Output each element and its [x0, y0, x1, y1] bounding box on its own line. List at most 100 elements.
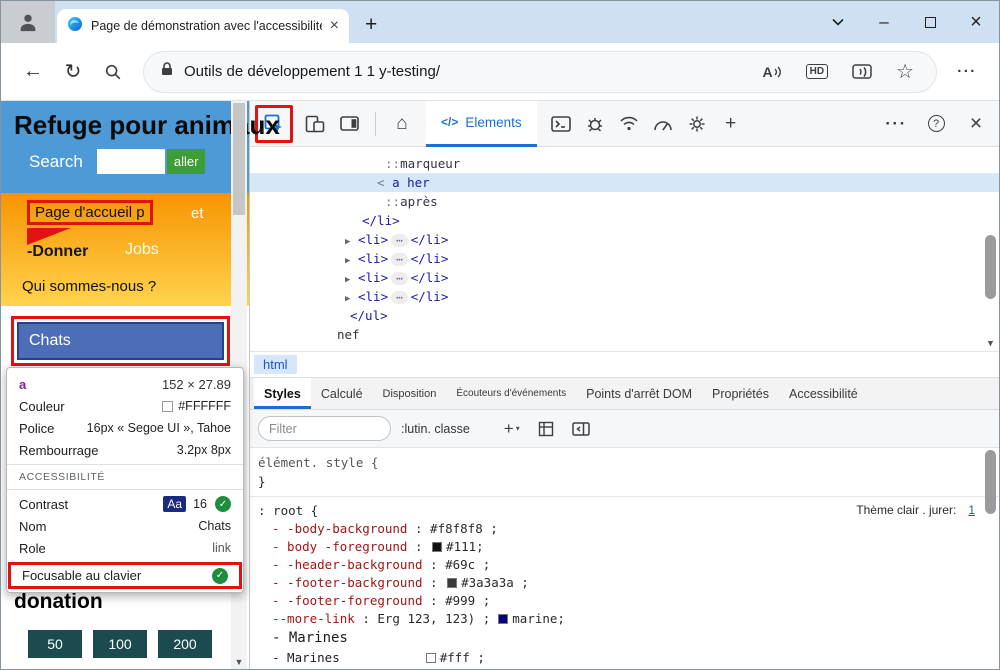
site-search-input[interactable]: [97, 149, 165, 174]
tab-computed[interactable]: Calculé: [311, 378, 373, 409]
active-tab[interactable]: Page de démonstration avec l'accessibili…: [57, 9, 349, 43]
li-element-row[interactable]: ▶<li>⋯</li>: [250, 230, 999, 249]
chats-highlight-annotation: Chats: [11, 316, 230, 366]
new-style-rule-plus-icon[interactable]: +▾: [504, 419, 520, 439]
window-controls: – ×: [815, 1, 999, 43]
nav-adopt-link[interactable]: et: [191, 205, 204, 222]
window-close-button[interactable]: ×: [953, 1, 999, 43]
breadcrumb-html[interactable]: html: [254, 355, 297, 374]
performance-icon[interactable]: [649, 110, 677, 138]
amount-200-button[interactable]: 200: [158, 630, 212, 658]
divider: [250, 496, 999, 497]
search-row: Search aller: [29, 149, 249, 174]
nav-jobs-link[interactable]: Jobs: [125, 241, 159, 259]
color-swatch[interactable]: [432, 542, 442, 552]
li-element-row[interactable]: ▶<li>⋯</li>: [250, 249, 999, 268]
new-tab-button[interactable]: +: [365, 13, 377, 37]
css-variable-row[interactable]: --more-link : Erg 123, 123) ;marine;: [258, 610, 999, 628]
css-variable-row[interactable]: - -footer-background : #3a3a3a ;: [258, 574, 999, 592]
styles-scrollbar-thumb[interactable]: [985, 450, 996, 514]
favorites-star-icon[interactable]: ☆: [896, 59, 914, 84]
url-text[interactable]: Outils de développement 1 1 y-testing/: [184, 63, 440, 80]
issues-bug-icon[interactable]: [581, 110, 609, 138]
tab-event-listeners[interactable]: Écouteurs d'événements: [446, 378, 576, 409]
color-swatch[interactable]: [498, 614, 508, 624]
maximize-button[interactable]: [907, 1, 953, 43]
read-aloud-icon[interactable]: A: [762, 64, 781, 80]
grid-overlay-icon[interactable]: [538, 421, 554, 437]
styles-pane: élément. style { } : root { Thème clair …: [250, 448, 999, 670]
styles-filter-input[interactable]: Filter: [258, 416, 391, 441]
color-swatch[interactable]: [426, 653, 436, 663]
text-node[interactable]: nef: [250, 325, 999, 344]
css-variable-row[interactable]: - Marines#fff ;: [258, 649, 999, 667]
search-button[interactable]: [93, 63, 133, 81]
scroll-down-arrow-icon[interactable]: ▼: [985, 339, 996, 349]
nav-home-link[interactable]: Page d'accueil p: [27, 200, 153, 225]
main-area: Refuge pour animaux Search aller Page d'…: [1, 101, 999, 670]
tab-audio-icon[interactable]: [852, 64, 872, 80]
pseudo-after-node[interactable]: ::après: [250, 192, 999, 211]
tooltip-color-row: Couleur #FFFFFF: [19, 395, 231, 417]
hd-badge[interactable]: HD: [806, 64, 828, 79]
computed-sidebar-icon[interactable]: [572, 422, 590, 436]
color-swatch: [162, 401, 173, 412]
nav-donate-link[interactable]: -Donner: [27, 243, 88, 261]
css-variable-row[interactable]: - -header-background : #69c ;: [258, 556, 999, 574]
devtools-help-icon[interactable]: ?: [922, 110, 950, 138]
search-go-button[interactable]: aller: [167, 149, 206, 174]
tab-layout[interactable]: Disposition: [373, 378, 447, 409]
css-variable-row[interactable]: - -body-background : #f8f8f8 ;: [258, 520, 999, 538]
root-rule[interactable]: : root { Thème clair . jurer:1: [258, 501, 999, 520]
hov-cls-toggle[interactable]: :lutin. classe: [401, 422, 470, 436]
console-icon[interactable]: [547, 110, 575, 138]
pseudo-marker-node[interactable]: ::marqueur: [250, 154, 999, 173]
li-element-row[interactable]: ▶<li>⋯</li>: [250, 287, 999, 306]
stylesheet-line-link[interactable]: 1: [968, 503, 975, 517]
tab-close-icon[interactable]: ×: [330, 17, 339, 35]
amount-50-button[interactable]: 50: [28, 630, 82, 658]
li-close-node[interactable]: </li>: [250, 211, 999, 230]
tab-styles[interactable]: Styles: [254, 378, 311, 409]
focusable-row-annotation: Focusable au clavier ✓: [8, 562, 242, 589]
devtools-settings-gear-icon[interactable]: [683, 110, 711, 138]
color-swatch[interactable]: [447, 578, 457, 588]
li-element-row[interactable]: ▶<li>⋯</li>: [250, 268, 999, 287]
tab-properties[interactable]: Propriétés: [702, 378, 779, 409]
nav-about-link[interactable]: Qui sommes-nous ?: [22, 278, 156, 295]
page-header: Refuge pour animaux Search aller: [1, 101, 249, 193]
device-emulation-icon[interactable]: [301, 110, 329, 138]
divider: [7, 489, 243, 490]
dock-side-icon[interactable]: [335, 110, 363, 138]
refresh-button[interactable]: ↻: [53, 59, 93, 84]
devtools-more-icon[interactable]: ···: [882, 110, 910, 138]
color-value: #FFFFFF: [178, 399, 231, 413]
devtools-home-icon[interactable]: ⌂: [388, 110, 416, 138]
tab-actions-chevron-icon[interactable]: [815, 1, 861, 43]
browser-settings-more-icon[interactable]: ···: [947, 63, 987, 80]
css-variable-row[interactable]: - Marines: [258, 628, 999, 649]
tab-accessibility[interactable]: Accessibilité: [779, 378, 868, 409]
selected-anchor-node[interactable]: < a her: [250, 173, 999, 192]
network-icon[interactable]: [615, 110, 643, 138]
amount-100-button[interactable]: 100: [93, 630, 147, 658]
css-variable-row[interactable]: - -footer-foreground : #999 ;: [258, 592, 999, 610]
scroll-down-arrow-icon[interactable]: ▼: [231, 657, 247, 667]
elements-scrollbar-thumb[interactable]: [985, 235, 996, 299]
site-security-lock-icon[interactable]: [160, 61, 174, 82]
address-bar[interactable]: Outils de développement 1 1 y-testing/ A…: [143, 51, 937, 93]
more-tools-plus-icon[interactable]: +: [717, 110, 745, 138]
web-page: Refuge pour animaux Search aller Page d'…: [1, 101, 249, 670]
profile-button[interactable]: [1, 1, 55, 43]
back-button[interactable]: ←: [13, 60, 53, 83]
minimize-button[interactable]: –: [861, 1, 907, 43]
page-scrollbar-thumb[interactable]: [233, 103, 245, 215]
tab-dom-breakpoints[interactable]: Points d'arrêt DOM: [576, 378, 702, 409]
element-style-rule[interactable]: élément. style {: [258, 453, 999, 472]
ul-close-node[interactable]: </ul>: [250, 306, 999, 325]
element-style-close: }: [258, 472, 999, 491]
css-variable-row[interactable]: - body -foreground : #111;: [258, 538, 999, 556]
chats-link[interactable]: Chats: [17, 322, 224, 360]
tab-elements[interactable]: </> Elements: [426, 101, 537, 147]
devtools-close-icon[interactable]: ×: [962, 110, 990, 138]
